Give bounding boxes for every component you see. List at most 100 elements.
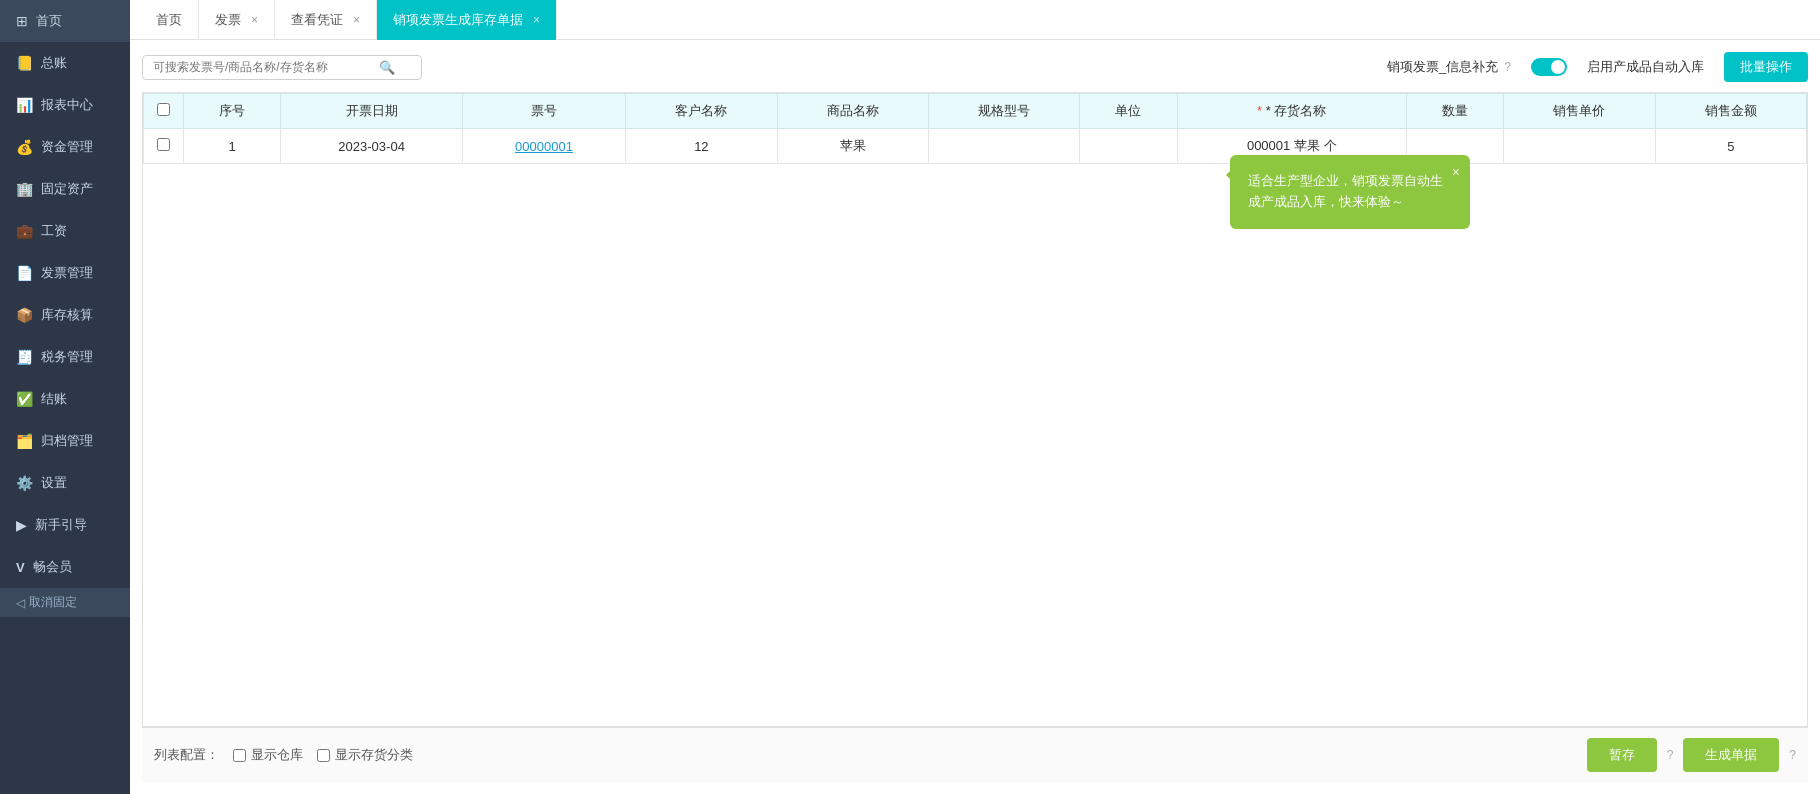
unpin-button[interactable]: ◁ 取消固定 (0, 588, 130, 617)
unpin-label: 取消固定 (29, 594, 77, 611)
sidebar-item-label: 畅会员 (33, 558, 72, 576)
home-icon: ⊞ (16, 13, 28, 29)
col-quantity: 数量 (1406, 94, 1503, 129)
sidebar-item-payroll[interactable]: 💼 工资 (0, 210, 130, 252)
toggle-label: 启用产成品自动入库 (1587, 58, 1704, 76)
tab-sales-return-label: 销项发票生成库存单据 (393, 11, 523, 29)
main-area: 首页 发票 × 查看凭证 × 销项发票生成库存单据 × 🔍 销项发票_信息补充 (130, 0, 1820, 794)
row-checkbox[interactable] (157, 138, 170, 151)
tooltip-close-button[interactable]: × (1452, 161, 1460, 183)
funds-icon: 💰 (16, 139, 33, 155)
sidebar-item-label: 发票管理 (41, 264, 93, 282)
sidebar-item-invoice-mgmt[interactable]: 📄 发票管理 (0, 252, 130, 294)
sidebar-item-assets[interactable]: 🏢 固定资产 (0, 168, 130, 210)
save-help-icon[interactable]: ? (1667, 748, 1674, 762)
cell-checkbox (144, 129, 184, 164)
sidebar-item-label: 资金管理 (41, 138, 93, 156)
col-checkbox (144, 94, 184, 129)
content-area: 🔍 销项发票_信息补充 ? 启用产成品自动入库 批量操作 (130, 40, 1820, 794)
sidebar-item-guide[interactable]: ▶ 新手引导 (0, 504, 130, 546)
invoice-icon: 📄 (16, 265, 33, 281)
payroll-icon: 💼 (16, 223, 33, 239)
generate-help-icon[interactable]: ? (1789, 748, 1796, 762)
tab-home-label: 首页 (156, 11, 182, 29)
info-help-icon[interactable]: ? (1504, 60, 1511, 74)
sidebar-item-settlement[interactable]: ✅ 结账 (0, 378, 130, 420)
search-icon: 🔍 (379, 60, 395, 75)
show-category-checkbox[interactable] (317, 749, 330, 762)
batch-button[interactable]: 批量操作 (1724, 52, 1808, 82)
list-config: 列表配置： 显示仓库 显示存货分类 (154, 746, 413, 764)
tab-invoice-label: 发票 (215, 11, 241, 29)
sidebar-item-funds[interactable]: 💰 资金管理 (0, 126, 130, 168)
sidebar-item-label: 结账 (41, 390, 67, 408)
vip-icon: V (16, 560, 25, 575)
cell-invoice-no[interactable]: 00000001 (462, 129, 625, 164)
col-unit-price: 销售单价 (1504, 94, 1655, 129)
sidebar-item-label: 库存核算 (41, 306, 93, 324)
guide-icon: ▶ (16, 517, 27, 533)
ledger-icon: 📒 (16, 55, 33, 71)
select-all-checkbox[interactable] (157, 103, 170, 116)
assets-icon: 🏢 (16, 181, 33, 197)
sidebar-item-label: 税务管理 (41, 348, 93, 366)
col-amount: 销售金额 (1655, 94, 1806, 129)
required-star: * (1257, 103, 1266, 118)
tab-sales-return[interactable]: 销项发票生成库存单据 × (377, 0, 557, 40)
tab-invoice[interactable]: 发票 × (199, 0, 275, 40)
tab-voucher[interactable]: 查看凭证 × (275, 0, 377, 40)
tab-home[interactable]: 首页 (140, 0, 199, 40)
sidebar-item-label: 首页 (36, 12, 62, 30)
col-invoice-no: 票号 (462, 94, 625, 129)
col-seq: 序号 (184, 94, 281, 129)
search-box[interactable]: 🔍 (142, 55, 422, 80)
sidebar-item-label: 报表中心 (41, 96, 93, 114)
sidebar-item-home[interactable]: ⊞ 首页 (0, 0, 130, 42)
table-header-row: 序号 开票日期 票号 客户名称 商品名称 规格型号 单位 * * 存货名称 数量… (144, 94, 1807, 129)
tooltip-text: 适合生产型企业，销项发票自动生成产成品入库，快来体验～ (1248, 173, 1443, 209)
sidebar-item-settings[interactable]: ⚙️ 设置 (0, 462, 130, 504)
show-warehouse-label: 显示仓库 (251, 746, 303, 764)
cell-customer: 12 (626, 129, 777, 164)
reports-icon: 📊 (16, 97, 33, 113)
sidebar-item-inventory[interactable]: 📦 库存核算 (0, 294, 130, 336)
gear-icon: ⚙️ (16, 475, 33, 491)
sidebar-item-label: 设置 (41, 474, 67, 492)
data-table-wrap: 序号 开票日期 票号 客户名称 商品名称 规格型号 单位 * * 存货名称 数量… (142, 92, 1808, 727)
toggle-switch[interactable] (1531, 58, 1567, 76)
show-category-label: 显示存货分类 (335, 746, 413, 764)
generate-button[interactable]: 生成单据 (1683, 738, 1779, 772)
inventory-icon: 📦 (16, 307, 33, 323)
col-product: 商品名称 (777, 94, 928, 129)
cell-spec (928, 129, 1079, 164)
sidebar-item-ledger[interactable]: 📒 总账 (0, 42, 130, 84)
cell-product: 苹果 (777, 129, 928, 164)
tax-icon: 🧾 (16, 349, 33, 365)
info-label: 销项发票_信息补充 ? (1387, 58, 1511, 76)
sidebar-item-label: 归档管理 (41, 432, 93, 450)
show-warehouse-checkbox[interactable] (233, 749, 246, 762)
search-input[interactable] (153, 60, 373, 74)
cell-amount: 5 (1655, 129, 1806, 164)
tab-voucher-close[interactable]: × (353, 13, 360, 27)
tab-invoice-close[interactable]: × (251, 13, 258, 27)
sidebar-item-reports[interactable]: 📊 报表中心 (0, 84, 130, 126)
archive-icon: 🗂️ (16, 433, 33, 449)
sidebar-item-label: 总账 (41, 54, 67, 72)
tab-sales-return-close[interactable]: × (533, 13, 540, 27)
table-row: 1 2023-03-04 00000001 12 苹果 000001 苹果 个 … (144, 129, 1807, 164)
data-table: 序号 开票日期 票号 客户名称 商品名称 规格型号 单位 * * 存货名称 数量… (143, 93, 1807, 164)
col-inventory: * * 存货名称 (1177, 94, 1406, 129)
sidebar-item-label: 固定资产 (41, 180, 93, 198)
unpin-icon: ◁ (16, 596, 25, 610)
sidebar-item-label: 新手引导 (35, 516, 87, 534)
sidebar: ⊞ 首页 📒 总账 📊 报表中心 💰 资金管理 🏢 固定资产 💼 工资 📄 发票… (0, 0, 130, 794)
sidebar-item-tax[interactable]: 🧾 税务管理 (0, 336, 130, 378)
sidebar-item-archive[interactable]: 🗂️ 归档管理 (0, 420, 130, 462)
col-customer: 客户名称 (626, 94, 777, 129)
config-label: 列表配置： (154, 746, 219, 764)
tooltip-box: × 适合生产型企业，销项发票自动生成产成品入库，快来体验～ (1230, 155, 1470, 229)
toolbar-right: 销项发票_信息补充 ? 启用产成品自动入库 批量操作 (1387, 52, 1808, 82)
sidebar-item-vip[interactable]: V 畅会员 (0, 546, 130, 588)
save-button[interactable]: 暂存 (1587, 738, 1657, 772)
